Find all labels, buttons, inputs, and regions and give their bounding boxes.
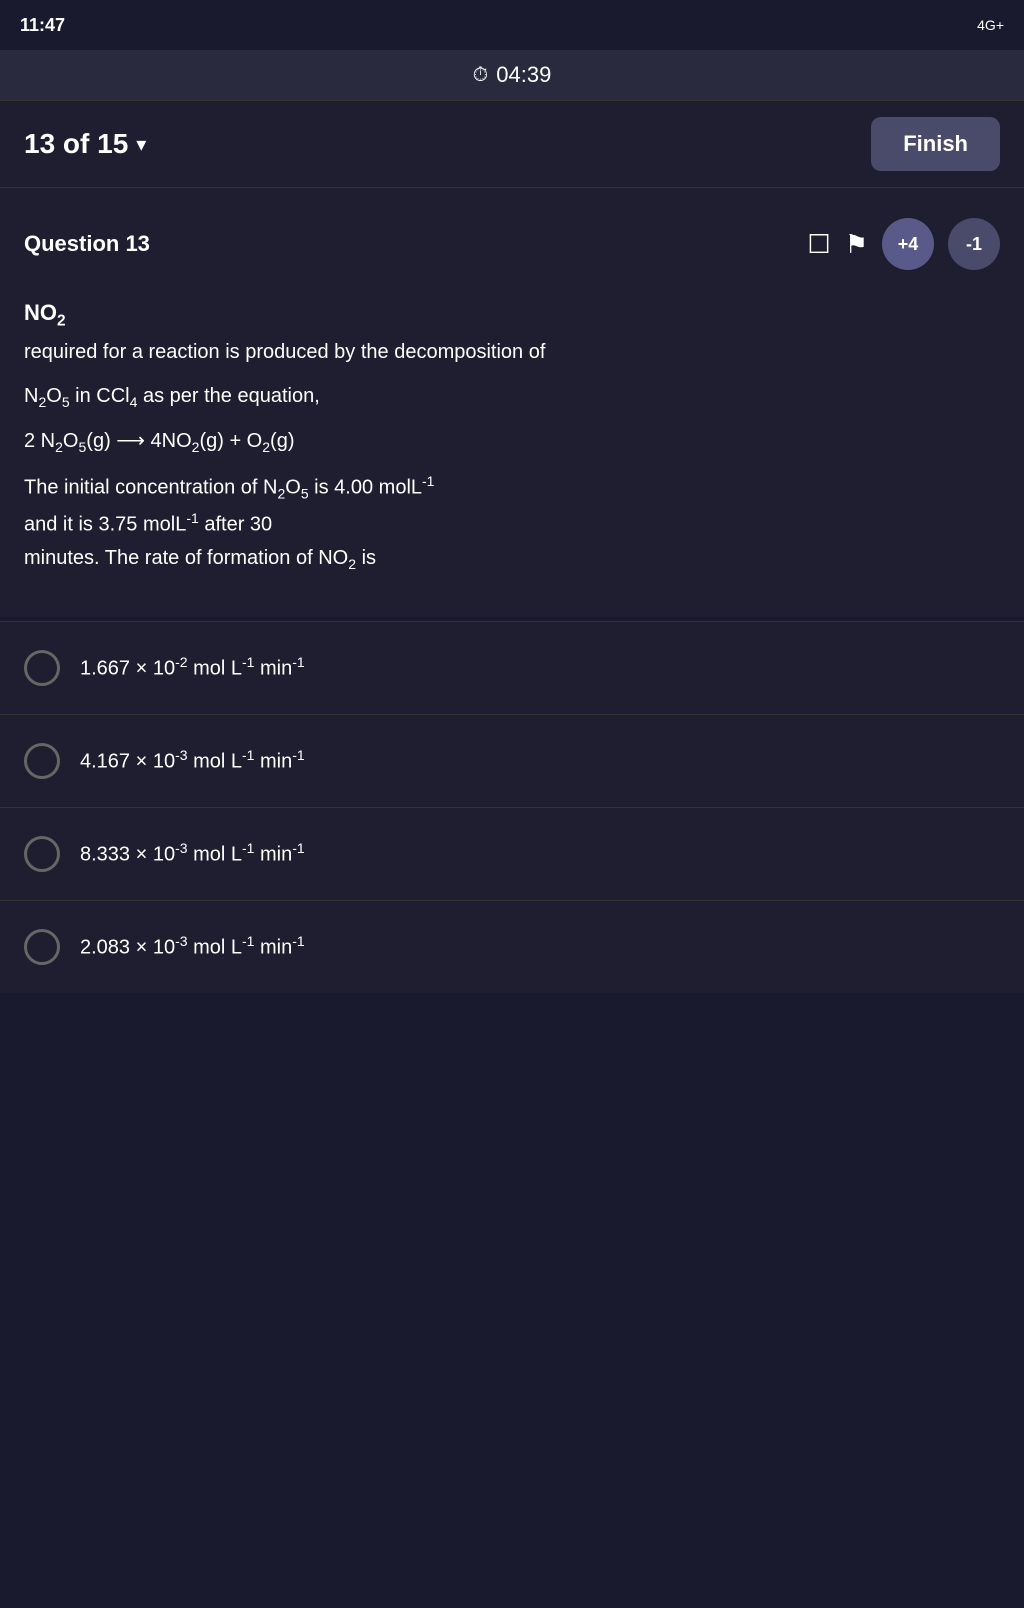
positive-score-badge: +4 <box>882 218 934 270</box>
options-container: 1.667 × 10-2 mol L-1 min-1 4.167 × 10-3 … <box>0 621 1024 993</box>
nav-bar: 13 of 15 ▾ Finish <box>0 101 1024 188</box>
option-a[interactable]: 1.667 × 10-2 mol L-1 min-1 <box>0 621 1024 714</box>
option-b[interactable]: 4.167 × 10-3 mol L-1 min-1 <box>0 714 1024 807</box>
timer-icon: ⏱ <box>473 64 489 87</box>
timer-bar: ⏱ 04:39 <box>0 50 1024 101</box>
option-d-radio[interactable] <box>24 929 60 965</box>
question-header: Question 13 ☐ ⚑ +4 -1 <box>24 218 1000 270</box>
question-text: NO2 required for a reaction is produced … <box>24 294 1000 577</box>
option-a-radio[interactable] <box>24 650 60 686</box>
option-c-text: 8.333 × 10-3 mol L-1 min-1 <box>80 838 305 870</box>
question-container: Question 13 ☐ ⚑ +4 -1 NO2 required for a… <box>0 188 1024 617</box>
status-bar: 11:47 4G+ <box>0 0 1024 50</box>
option-d-text: 2.083 × 10-3 mol L-1 min-1 <box>80 931 305 963</box>
option-a-text: 1.667 × 10-2 mol L-1 min-1 <box>80 652 305 684</box>
bookmark-icon[interactable]: ☐ <box>807 229 830 260</box>
question-label: Question 13 <box>24 231 150 257</box>
finish-button[interactable]: Finish <box>871 117 1000 171</box>
network-label: 4G+ <box>977 17 1004 33</box>
status-icons: 4G+ <box>977 17 1004 33</box>
option-b-radio[interactable] <box>24 743 60 779</box>
question-counter[interactable]: 13 of 15 ▾ <box>24 128 146 160</box>
option-b-text: 4.167 × 10-3 mol L-1 min-1 <box>80 745 305 777</box>
status-time: 11:47 <box>20 15 65 36</box>
dropdown-arrow-icon[interactable]: ▾ <box>136 132 146 157</box>
option-c-radio[interactable] <box>24 836 60 872</box>
negative-score-badge: -1 <box>948 218 1000 270</box>
counter-text: 13 of 15 <box>24 128 128 160</box>
flag-icon[interactable]: ⚑ <box>845 229 868 260</box>
question-actions: ☐ ⚑ +4 -1 <box>807 218 1000 270</box>
option-d[interactable]: 2.083 × 10-3 mol L-1 min-1 <box>0 900 1024 993</box>
no2-formula: NO2 <box>24 300 66 325</box>
chemical-equation: 2 N2O5(g) ⟶ 4NO2(g) + O2(g) <box>24 424 1000 460</box>
option-c[interactable]: 8.333 × 10-3 mol L-1 min-1 <box>0 807 1024 900</box>
timer-display: 04:39 <box>496 62 551 88</box>
